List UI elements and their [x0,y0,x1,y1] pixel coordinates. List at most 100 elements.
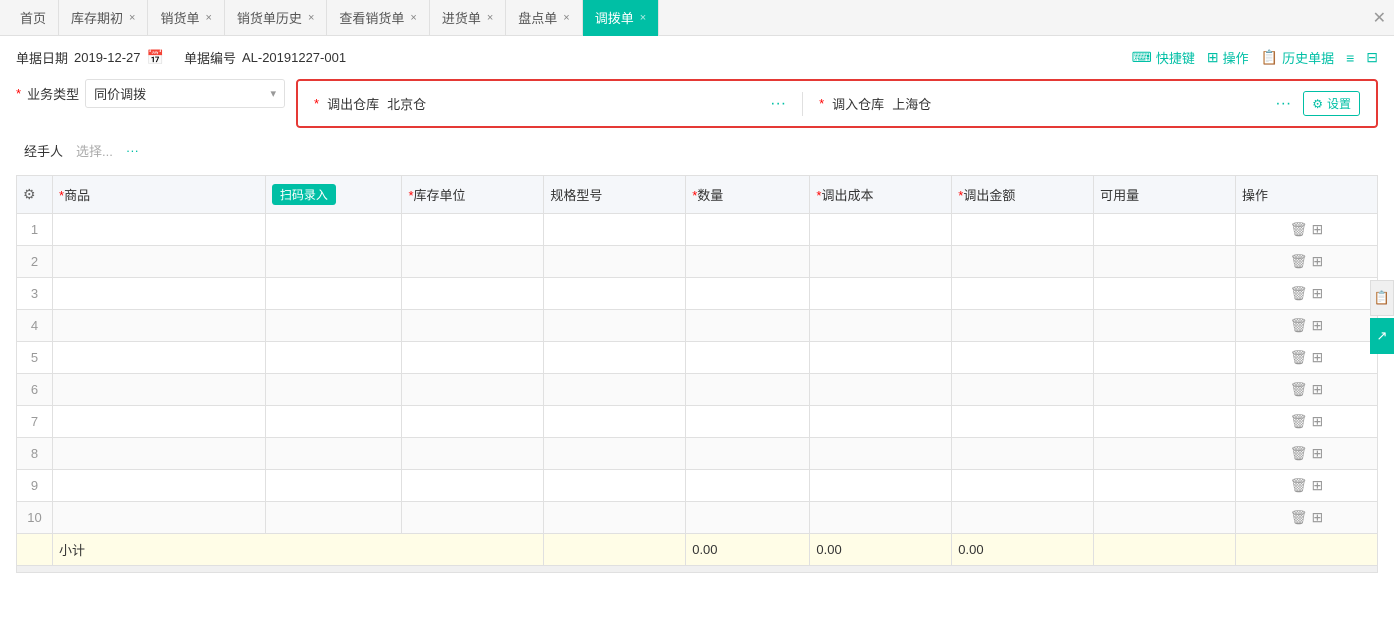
tab-inventory-init[interactable]: 库存期初× [59,0,148,36]
tab-close-view-sales[interactable]: × [410,12,416,24]
delete-icon-4[interactable]: 🗑 [1290,317,1308,333]
th-scan[interactable]: 扫码录入 [265,176,402,214]
tab-inventory-count[interactable]: 盘点单× [506,0,582,36]
cell-2-3[interactable] [544,246,686,278]
tab-sales-order[interactable]: 销货单× [148,0,224,36]
cell-2-0[interactable] [53,246,266,278]
tab-close-sales-history[interactable]: × [308,12,314,24]
cell-6-2[interactable] [402,374,544,406]
cell-4-0[interactable] [53,310,266,342]
cell-4-4[interactable] [686,310,810,342]
cell-9-0[interactable] [53,470,266,502]
cell-4-2[interactable] [402,310,544,342]
cell-5-0[interactable] [53,342,266,374]
tab-purchase-order[interactable]: 进货单× [430,0,506,36]
cell-8-7[interactable] [1094,438,1236,470]
delete-icon-10[interactable]: 🗑 [1290,509,1308,525]
copy-icon-4[interactable]: ⊞ [1312,317,1324,333]
cell-3-5[interactable] [810,278,952,310]
cell-4-7[interactable] [1094,310,1236,342]
tab-home[interactable]: 首页 [8,0,59,36]
cell-5-3[interactable] [544,342,686,374]
cell-1-7[interactable] [1094,214,1236,246]
cell-3-7[interactable] [1094,278,1236,310]
cell-9-1[interactable] [265,470,402,502]
cell-6-3[interactable] [544,374,686,406]
cell-10-6[interactable] [952,502,1094,534]
cell-7-7[interactable] [1094,406,1236,438]
cell-9-5[interactable] [810,470,952,502]
cell-2-7[interactable] [1094,246,1236,278]
cell-3-6[interactable] [952,278,1094,310]
cell-9-7[interactable] [1094,470,1236,502]
cell-7-1[interactable] [265,406,402,438]
operations-action[interactable]: ⊞ 操作 [1207,48,1249,67]
cell-4-5[interactable] [810,310,952,342]
cell-4-6[interactable] [952,310,1094,342]
cell-8-5[interactable] [810,438,952,470]
cell-3-4[interactable] [686,278,810,310]
tab-close-transfer-order[interactable]: × [640,12,646,24]
tab-close-inventory-init[interactable]: × [129,12,135,24]
cell-10-0[interactable] [53,502,266,534]
cell-2-5[interactable] [810,246,952,278]
tab-close-inventory-count[interactable]: × [563,12,569,24]
cell-2-4[interactable] [686,246,810,278]
layout2-action[interactable]: ⊟ [1366,49,1378,66]
delete-icon-5[interactable]: 🗑 [1290,349,1308,365]
cell-8-3[interactable] [544,438,686,470]
copy-icon-6[interactable]: ⊞ [1312,381,1324,397]
cell-6-7[interactable] [1094,374,1236,406]
cell-2-1[interactable] [265,246,402,278]
warehouse-in-more[interactable]: ··· [1275,95,1291,113]
tab-sales-history[interactable]: 销货单历史× [225,0,327,36]
cell-7-5[interactable] [810,406,952,438]
copy-icon-2[interactable]: ⊞ [1312,253,1324,269]
tab-close-purchase-order[interactable]: × [487,12,493,24]
close-button[interactable]: ✕ [1373,8,1386,28]
cell-4-1[interactable] [265,310,402,342]
cell-1-4[interactable] [686,214,810,246]
cell-8-2[interactable] [402,438,544,470]
cell-3-0[interactable] [53,278,266,310]
cell-1-1[interactable] [265,214,402,246]
cell-8-0[interactable] [53,438,266,470]
cell-9-2[interactable] [402,470,544,502]
cell-5-4[interactable] [686,342,810,374]
cell-3-3[interactable] [544,278,686,310]
cell-3-1[interactable] [265,278,402,310]
tab-transfer-order[interactable]: 调拨单× [583,0,659,36]
delete-icon-9[interactable]: 🗑 [1290,477,1308,493]
delete-icon-1[interactable]: 🗑 [1290,221,1308,237]
float-notes-button[interactable]: 📋 [1370,280,1394,316]
cell-10-4[interactable] [686,502,810,534]
delete-icon-8[interactable]: 🗑 [1290,445,1308,461]
delete-icon-6[interactable]: 🗑 [1290,381,1308,397]
cell-6-5[interactable] [810,374,952,406]
cell-1-0[interactable] [53,214,266,246]
cell-10-3[interactable] [544,502,686,534]
history-action[interactable]: 📋 历史单据 [1261,48,1334,67]
tab-close-sales-order[interactable]: × [205,12,211,24]
cell-2-2[interactable] [402,246,544,278]
cell-10-2[interactable] [402,502,544,534]
cell-1-3[interactable] [544,214,686,246]
business-type-select[interactable]: 同价调拨 ▾ [85,79,285,108]
copy-icon-10[interactable]: ⊞ [1312,509,1324,525]
table-gear-icon[interactable]: ⚙ [23,186,36,202]
cell-10-1[interactable] [265,502,402,534]
cell-7-6[interactable] [952,406,1094,438]
cell-3-2[interactable] [402,278,544,310]
cell-7-2[interactable] [402,406,544,438]
cell-9-6[interactable] [952,470,1094,502]
cell-6-1[interactable] [265,374,402,406]
cell-8-4[interactable] [686,438,810,470]
th-settings[interactable]: ⚙ [17,176,53,214]
copy-icon-8[interactable]: ⊞ [1312,445,1324,461]
delete-icon-7[interactable]: 🗑 [1290,413,1308,429]
copy-icon-3[interactable]: ⊞ [1312,285,1324,301]
cell-7-0[interactable] [53,406,266,438]
calendar-icon[interactable]: 📅 [147,49,164,66]
cell-5-5[interactable] [810,342,952,374]
cell-7-3[interactable] [544,406,686,438]
